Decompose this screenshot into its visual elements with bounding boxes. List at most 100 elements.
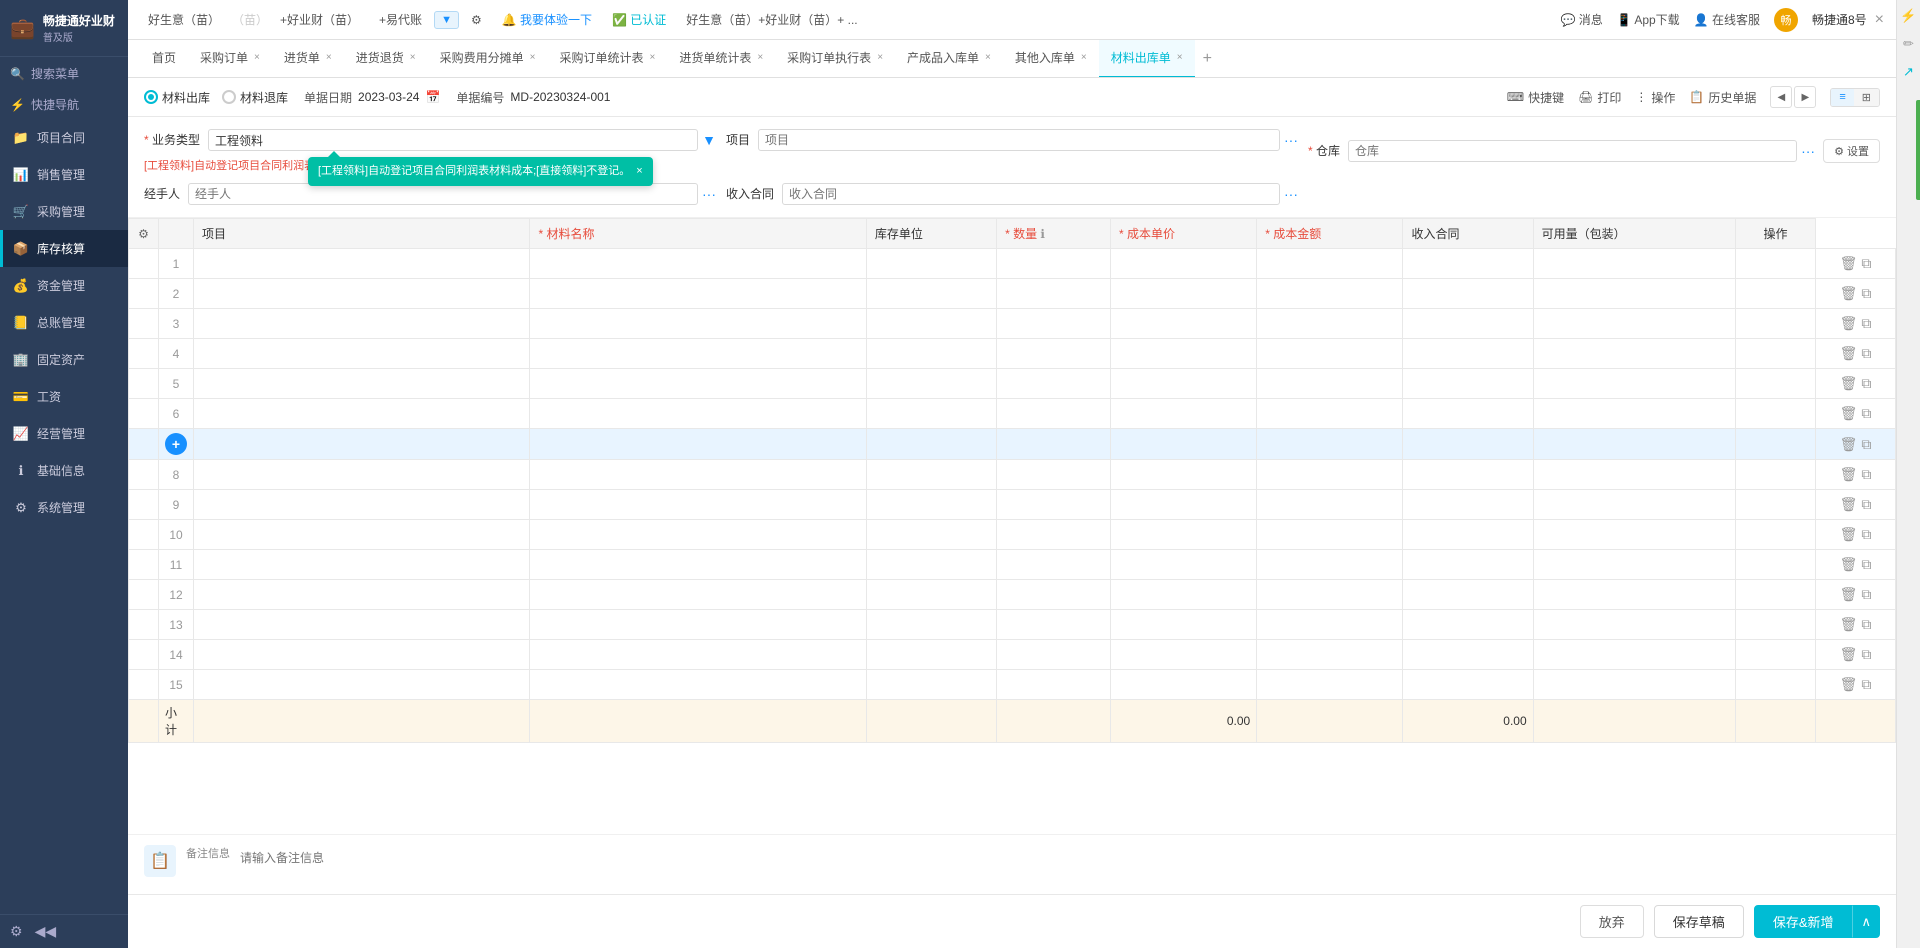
right-panel-icon-3[interactable]: ↗ <box>1903 64 1914 80</box>
table-cell[interactable] <box>1111 309 1257 339</box>
collapse-icon[interactable]: ◀◀ <box>35 923 57 940</box>
copy-row-btn[interactable]: ⧉ <box>1861 616 1871 632</box>
copy-row-btn[interactable]: ⧉ <box>1861 345 1871 361</box>
table-cell[interactable] <box>194 610 530 640</box>
table-cell[interactable] <box>530 279 866 309</box>
table-cell[interactable] <box>530 520 866 550</box>
tab-other-receipt[interactable]: 其他入库单× <box>1003 40 1099 78</box>
table-cell[interactable] <box>866 309 996 339</box>
nav-next[interactable]: ▶ <box>1794 86 1816 108</box>
table-cell[interactable] <box>1257 369 1403 399</box>
sidebar-quick-nav[interactable]: ⚡ 快捷导航 <box>0 90 128 119</box>
table-cell[interactable] <box>1533 490 1735 520</box>
table-cell[interactable] <box>866 580 996 610</box>
online-support-btn[interactable]: 👤 在线客服 <box>1694 11 1760 28</box>
table-cell[interactable] <box>1257 520 1403 550</box>
radio-issue[interactable]: 材料出库 <box>144 89 210 106</box>
table-cell[interactable] <box>530 550 866 580</box>
table-cell[interactable] <box>866 279 996 309</box>
sidebar-item-purchase[interactable]: 🛒 采购管理 <box>0 193 128 230</box>
delete-row-btn[interactable]: 🗑 <box>1840 496 1858 512</box>
table-cell[interactable] <box>1736 369 1816 399</box>
topbar-nav-item-2[interactable]: +好业财（苗） <box>272 7 367 32</box>
sidebar-item-operations[interactable]: 📈 经营管理 <box>0 415 128 452</box>
tab-close-2[interactable]: × <box>326 52 332 63</box>
table-cell[interactable] <box>1111 460 1257 490</box>
history-btn[interactable]: 📋 历史单据 <box>1689 89 1756 106</box>
copy-row-btn[interactable]: ⧉ <box>1861 436 1871 452</box>
table-cell[interactable] <box>194 399 530 429</box>
table-cell-input[interactable] <box>200 437 523 451</box>
table-cell[interactable] <box>1403 640 1533 670</box>
delete-row-btn[interactable]: 🗑 <box>1840 285 1858 301</box>
table-cell[interactable] <box>997 369 1111 399</box>
table-cell[interactable] <box>866 640 996 670</box>
table-cell[interactable] <box>1736 249 1816 279</box>
table-cell[interactable] <box>1257 279 1403 309</box>
delete-row-btn[interactable]: 🗑 <box>1840 405 1858 421</box>
col-settings-header[interactable]: ⚙ <box>129 219 159 249</box>
table-cell[interactable] <box>1111 399 1257 429</box>
copy-row-btn[interactable]: ⧉ <box>1861 646 1871 662</box>
table-cell[interactable] <box>1403 399 1533 429</box>
table-cell[interactable] <box>1403 339 1533 369</box>
delete-row-btn[interactable]: 🗑 <box>1840 646 1858 662</box>
tab-close-5[interactable]: × <box>649 52 655 63</box>
table-cell[interactable] <box>1111 339 1257 369</box>
radio-return[interactable]: 材料退库 <box>222 89 288 106</box>
table-cell[interactable] <box>1533 580 1735 610</box>
tab-close-8[interactable]: × <box>985 52 991 63</box>
more-nav[interactable]: 好生意（苗）+好业财（苗）+ ... <box>678 7 865 32</box>
table-cell[interactable] <box>1533 279 1735 309</box>
table-cell[interactable] <box>1111 369 1257 399</box>
copy-row-btn[interactable]: ⧉ <box>1861 315 1871 331</box>
table-cell[interactable] <box>1736 550 1816 580</box>
warehouse-input[interactable] <box>1348 140 1797 162</box>
project-dots[interactable]: ··· <box>1284 132 1298 148</box>
table-cell[interactable] <box>530 580 866 610</box>
tab-purchase-expense[interactable]: 采购费用分摊单× <box>428 40 548 78</box>
table-cell[interactable] <box>1111 640 1257 670</box>
table-cell[interactable] <box>1257 309 1403 339</box>
biz-type-dropdown-icon[interactable]: ▼ <box>702 132 716 148</box>
settings-bottom-icon[interactable]: ⚙ <box>10 923 23 940</box>
sidebar-item-assets[interactable]: 🏢 固定资产 <box>0 341 128 378</box>
table-cell[interactable] <box>997 339 1111 369</box>
table-cell[interactable] <box>1257 610 1403 640</box>
right-panel-icon-1[interactable]: ⚡ <box>1900 8 1916 24</box>
table-cell[interactable] <box>1736 429 1816 460</box>
table-cell[interactable] <box>1403 610 1533 640</box>
table-cell[interactable] <box>1403 670 1533 700</box>
copy-row-btn[interactable]: ⧉ <box>1861 285 1871 301</box>
copy-row-btn[interactable]: ⧉ <box>1861 526 1871 542</box>
table-cell[interactable] <box>1736 670 1816 700</box>
operation-btn[interactable]: ⋮ 操作 <box>1635 89 1675 106</box>
table-cell[interactable] <box>530 429 866 460</box>
handler-input[interactable] <box>188 183 698 205</box>
table-cell[interactable] <box>1403 490 1533 520</box>
table-cell[interactable] <box>1257 640 1403 670</box>
table-cell[interactable] <box>1257 339 1403 369</box>
right-panel-icon-2[interactable]: ✏ <box>1903 36 1914 52</box>
table-cell[interactable] <box>1257 550 1403 580</box>
table-cell[interactable] <box>1257 460 1403 490</box>
delete-row-btn[interactable]: 🗑 <box>1840 676 1858 692</box>
table-cell[interactable] <box>1533 339 1735 369</box>
table-cell[interactable] <box>997 460 1111 490</box>
table-cell[interactable] <box>1111 490 1257 520</box>
table-cell[interactable] <box>194 460 530 490</box>
income-contract-input[interactable] <box>782 183 1280 205</box>
delete-row-btn[interactable]: 🗑 <box>1840 255 1858 271</box>
topbar-nav-dropdown[interactable]: ▼ <box>434 11 459 29</box>
table-cell[interactable] <box>1257 670 1403 700</box>
copy-row-btn[interactable]: ⧉ <box>1861 586 1871 602</box>
table-cell[interactable] <box>1257 429 1403 460</box>
table-cell[interactable] <box>866 399 996 429</box>
sidebar-item-salary[interactable]: 💳 工资 <box>0 378 128 415</box>
shortcut-btn[interactable]: ⌨ 快捷键 <box>1507 89 1564 106</box>
table-cell[interactable] <box>530 339 866 369</box>
table-cell[interactable] <box>194 369 530 399</box>
table-cell[interactable] <box>1736 399 1816 429</box>
table-cell[interactable] <box>530 460 866 490</box>
table-cell[interactable] <box>194 640 530 670</box>
